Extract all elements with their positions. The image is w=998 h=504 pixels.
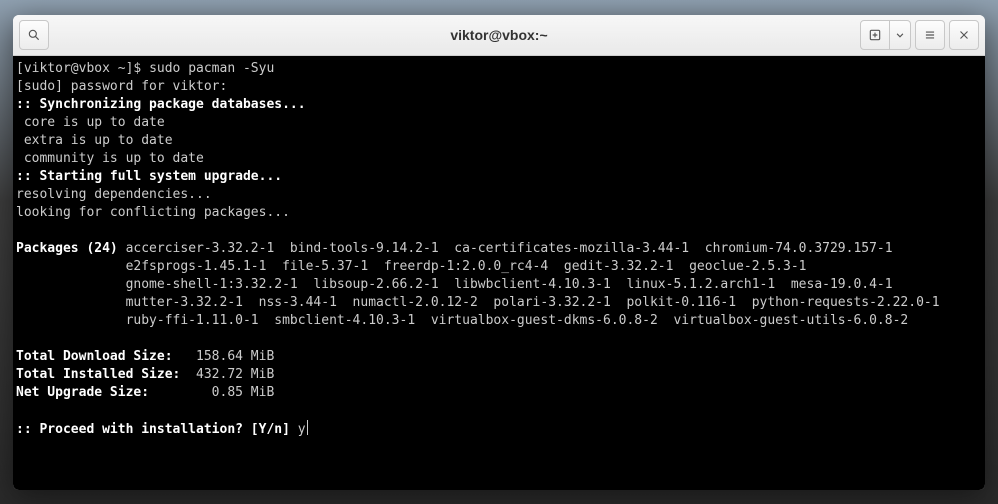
netupgrade-value: 0.85 MiB — [196, 385, 274, 400]
sync-line: core is up to date — [16, 115, 165, 130]
proceed-prompt: :: Proceed with installation? [Y/n] — [16, 422, 298, 437]
command: sudo pacman -Syu — [149, 61, 274, 76]
sync-line: extra is up to date — [16, 133, 173, 148]
chevron-down-icon — [893, 28, 907, 42]
sync-line: community is up to date — [16, 151, 204, 166]
packages-label: Packages (24) — [16, 241, 118, 256]
resolving-line: resolving dependencies... — [16, 187, 212, 202]
hamburger-menu-button[interactable] — [915, 20, 945, 50]
search-button[interactable] — [19, 20, 49, 50]
new-tab-group — [860, 20, 911, 50]
cursor — [307, 420, 308, 435]
terminal-window: viktor@vbox:~ [viktor@vbox ~]$ sudo pacm… — [13, 15, 985, 490]
new-tab-icon — [868, 28, 882, 42]
search-icon — [27, 28, 41, 42]
proceed-input: y — [298, 422, 306, 437]
close-button[interactable] — [949, 20, 979, 50]
installed-label: Total Installed Size: — [16, 367, 196, 382]
new-tab-button[interactable] — [860, 20, 890, 50]
packages-line: gnome-shell-1:3.32.2-1 libsoup-2.66.2-1 … — [16, 277, 893, 292]
upgrade-header: :: Starting full system upgrade... — [16, 169, 282, 184]
download-value: 158.64 MiB — [196, 349, 274, 364]
download-label: Total Download Size: — [16, 349, 196, 364]
netupgrade-label: Net Upgrade Size: — [16, 385, 196, 400]
sync-header: :: Synchronizing package databases... — [16, 97, 306, 112]
installed-value: 432.72 MiB — [196, 367, 274, 382]
prompt: [viktor@vbox ~]$ — [16, 61, 149, 76]
sudo-prompt: [sudo] password for viktor: — [16, 79, 227, 94]
conflicting-line: looking for conflicting packages... — [16, 205, 290, 220]
terminal-area[interactable]: [viktor@vbox ~]$ sudo pacman -Syu [sudo]… — [13, 56, 985, 490]
close-icon — [957, 28, 971, 42]
packages-line: e2fsprogs-1.45.1-1 file-5.37-1 freerdp-1… — [16, 259, 807, 274]
packages-line: accerciser-3.32.2-1 bind-tools-9.14.2-1 … — [118, 241, 893, 256]
window-title: viktor@vbox:~ — [19, 27, 979, 43]
packages-line: ruby-ffi-1.11.0-1 smbclient-4.10.3-1 vir… — [16, 313, 908, 328]
packages-line: mutter-3.32.2-1 nss-3.44-1 numactl-2.0.1… — [16, 295, 940, 310]
hamburger-icon — [923, 28, 937, 42]
titlebar: viktor@vbox:~ — [13, 15, 985, 56]
new-tab-menu-button[interactable] — [890, 20, 911, 50]
